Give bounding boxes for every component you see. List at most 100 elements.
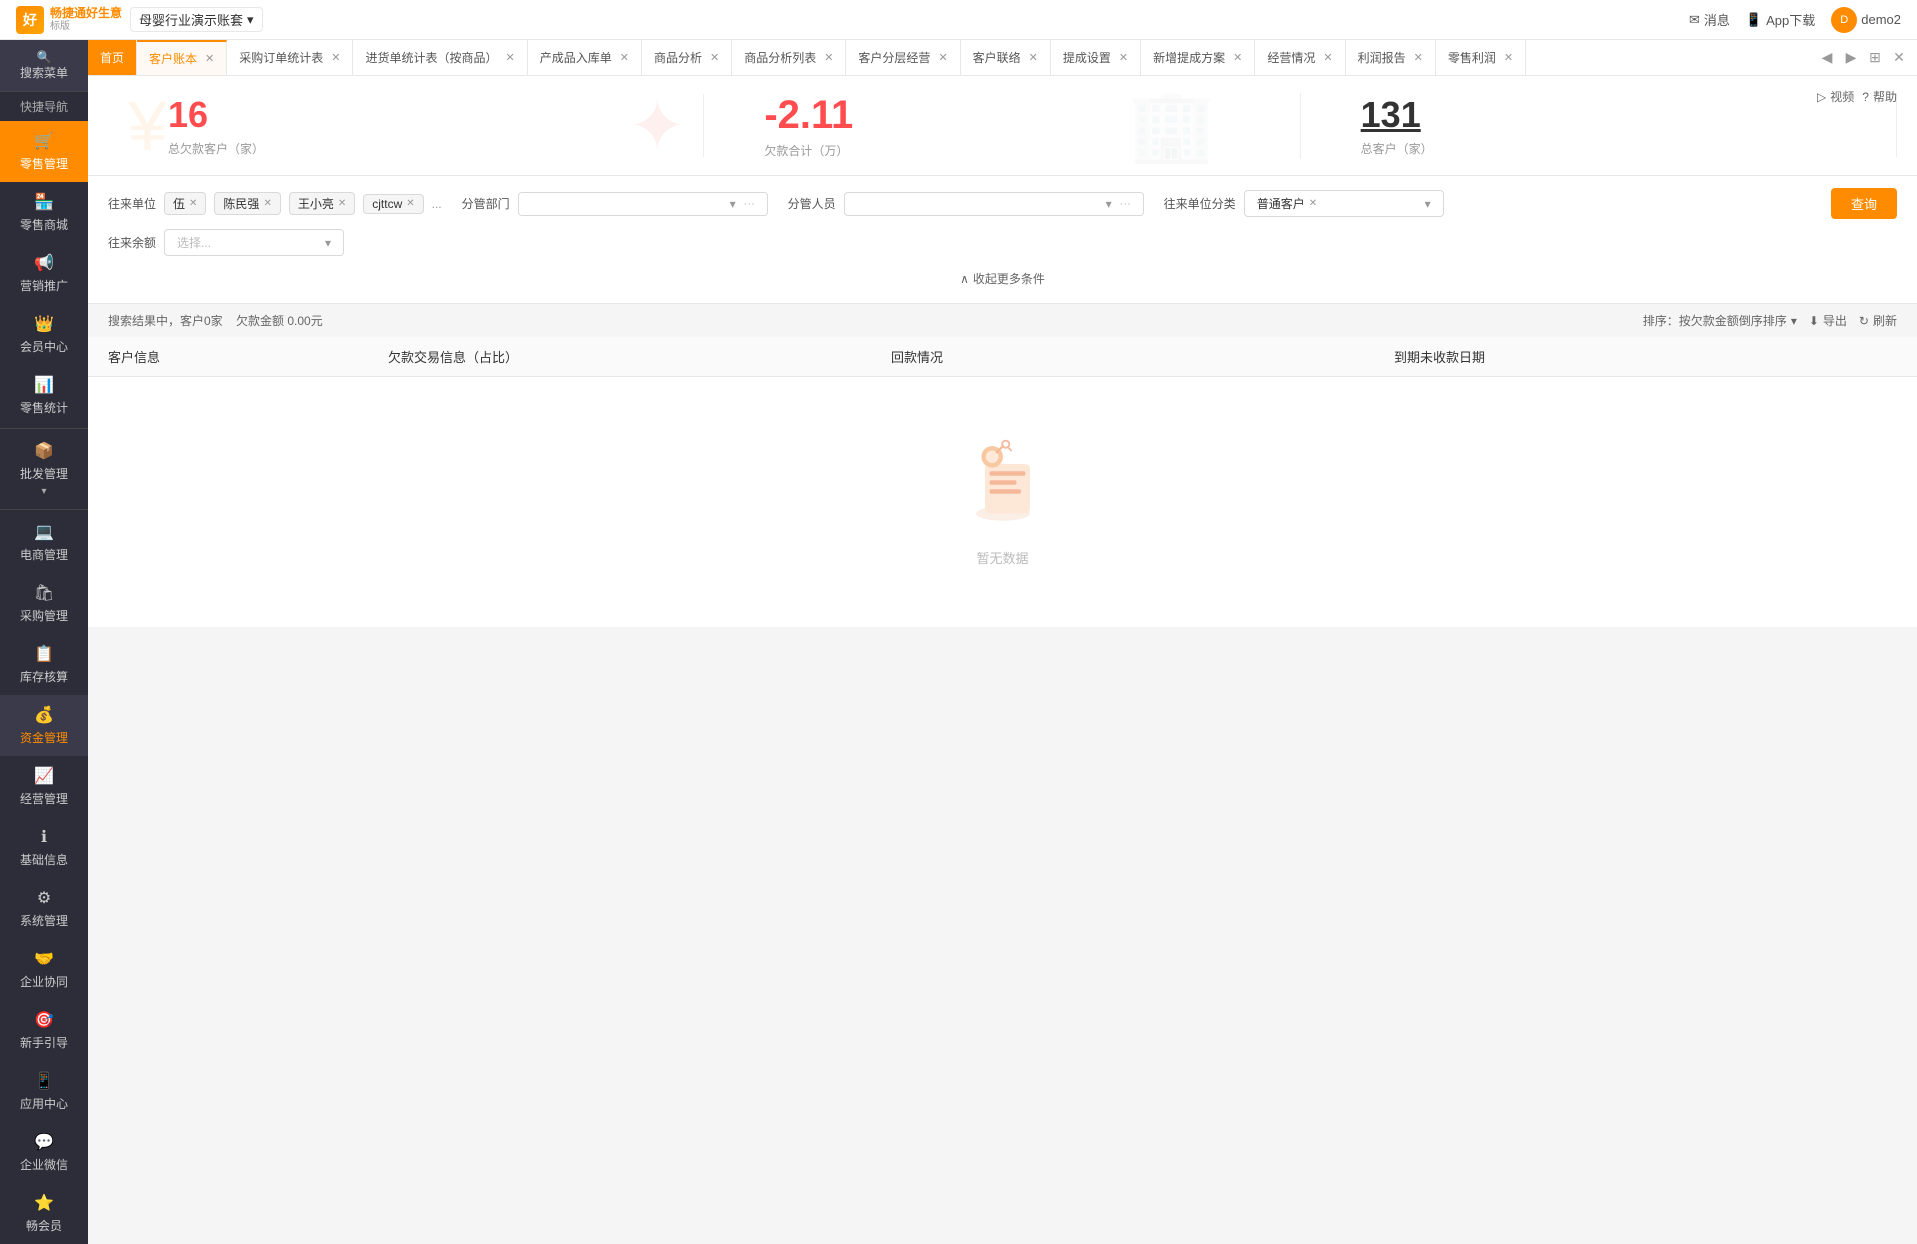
sidebar-item-operations[interactable]: 📈 经营管理	[0, 756, 88, 817]
unit-label: 往来单位	[108, 195, 156, 212]
user-avatar[interactable]: D demo2	[1831, 7, 1901, 33]
tab-prev-btn[interactable]: ◀	[1817, 48, 1837, 68]
help-btn[interactable]: ? 帮助	[1862, 88, 1897, 105]
sidebar-item-finance[interactable]: 💰 资金管理	[0, 695, 88, 756]
message-btn[interactable]: ✉ 消息	[1689, 10, 1730, 29]
tab-close-icon[interactable]: ✕	[205, 52, 214, 65]
tab-bar-controls: ◀ ▶ ⊞ ✕	[1817, 48, 1917, 68]
remove-tag-wu[interactable]: ✕	[189, 198, 197, 209]
sidebar-item-ecommerce[interactable]: 💻 电商管理	[0, 512, 88, 573]
purchase-icon: 🛍	[34, 583, 54, 603]
tab-customer-ledger[interactable]: 客户账本 ✕	[137, 40, 227, 76]
tab-close-icon[interactable]: ✕	[1233, 51, 1242, 64]
filter-more-btn[interactable]: ...	[432, 197, 442, 211]
sidebar-search[interactable]: 🔍 搜索菜单	[0, 40, 88, 92]
tab-product-list[interactable]: 商品分析列表 ✕	[732, 40, 846, 76]
sidebar-item-inventory[interactable]: 📋 库存核算	[0, 634, 88, 695]
account-selector[interactable]: 母婴行业演示账套 ▾	[130, 7, 263, 32]
tab-close-all-btn[interactable]: ✕	[1889, 48, 1909, 68]
tab-close-icon[interactable]: ✕	[620, 51, 629, 64]
sidebar-divider-1	[0, 428, 88, 429]
tab-retail-profit[interactable]: 零售利润 ✕	[1436, 40, 1526, 76]
unit-class-arrow: ▾	[1425, 197, 1431, 211]
filter-tag-wu: 伍 ✕	[164, 192, 206, 215]
dept-select[interactable]: ▾ ···	[518, 192, 768, 216]
collapse-btn[interactable]: ∧ 收起更多条件	[956, 266, 1049, 291]
sidebar-item-retail-manage[interactable]: 🛒 零售管理	[0, 121, 88, 182]
main-layout: 🔍 搜索菜单 快捷导航 🛒 零售管理 🏪 零售商城 📢 营销推广 👑 会员中心 …	[0, 40, 1917, 1244]
remove-tag-wang[interactable]: ✕	[338, 198, 346, 209]
empty-label: 暂无数据	[148, 548, 1857, 567]
sidebar-item-retail-mall[interactable]: 🏪 零售商城	[0, 182, 88, 243]
tab-customer-ops[interactable]: 客户分层经营 ✕	[846, 40, 960, 76]
help-icon: ?	[1862, 90, 1869, 104]
stats-banner: ¥ ✦ 🏢 16 总欠款客户（家） -2.11 欠款合计（万） 131 总客户（…	[88, 76, 1917, 176]
logo: 好 畅捷通好生意 标版	[16, 6, 122, 34]
sidebar-item-retail-stats[interactable]: 📊 零售统计	[0, 365, 88, 426]
tab-profit-report[interactable]: 利润报告 ✕	[1346, 40, 1436, 76]
sidebar-quick-nav[interactable]: 快捷导航	[0, 92, 88, 121]
sidebar-item-system[interactable]: ⚙ 系统管理	[0, 878, 88, 939]
tab-purchase-stats[interactable]: 采购订单统计表 ✕	[227, 40, 353, 76]
sidebar-item-membership[interactable]: ⭐ 畅会员	[0, 1183, 88, 1244]
export-btn[interactable]: ⬇ 导出	[1809, 312, 1847, 329]
tab-customer-contact[interactable]: 客户联络 ✕	[961, 40, 1051, 76]
remove-tag-chen[interactable]: ✕	[263, 198, 271, 209]
query-button[interactable]: 查询	[1831, 188, 1897, 219]
retail-stats-icon: 📊	[34, 375, 54, 395]
tab-close-icon[interactable]: ✕	[331, 51, 340, 64]
filter-area: 往来单位 伍 ✕ 陈民强 ✕ 王小亮 ✕ cjttcw	[88, 176, 1917, 304]
sidebar-item-marketing[interactable]: 📢 营销推广	[0, 243, 88, 304]
tab-close-icon[interactable]: ✕	[1414, 51, 1423, 64]
sidebar-item-enterprise[interactable]: 🤝 企业协同	[0, 939, 88, 1000]
remove-tag-cj[interactable]: ✕	[406, 198, 414, 209]
sort-select[interactable]: 排序：按欠款金额倒序排序 ▾	[1643, 312, 1797, 329]
tab-close-icon[interactable]: ✕	[1323, 51, 1332, 64]
unit-class-select[interactable]: 普通客户 ✕ ▾	[1244, 190, 1444, 217]
tab-close-icon[interactable]: ✕	[710, 51, 719, 64]
results-actions: 排序：按欠款金额倒序排序 ▾ ⬇ 导出 ↻ 刷新	[1643, 312, 1897, 329]
tab-close-icon[interactable]: ✕	[1029, 51, 1038, 64]
tab-close-icon[interactable]: ✕	[1119, 51, 1128, 64]
filter-tag-wang: 王小亮 ✕	[289, 192, 355, 215]
finance-icon: 💰	[34, 705, 54, 725]
export-icon: ⬇	[1809, 314, 1819, 328]
tab-new-commission[interactable]: 新增提成方案 ✕	[1141, 40, 1255, 76]
tab-close-icon[interactable]: ✕	[1504, 51, 1513, 64]
tab-commission-settings[interactable]: 提成设置 ✕	[1051, 40, 1141, 76]
person-select[interactable]: ▾ ···	[844, 192, 1144, 216]
stat-total-clients-value: 131	[1361, 94, 1421, 136]
sidebar-item-member-center[interactable]: 👑 会员中心	[0, 304, 88, 365]
sidebar-item-wholesale[interactable]: 📦 批发管理 ▾	[0, 431, 88, 507]
tab-home[interactable]: 首页	[88, 40, 137, 76]
topbar-left: 好 畅捷通好生意 标版 母婴行业演示账套 ▾	[16, 6, 263, 34]
stat-total-customers-label: 总欠款客户（家）	[168, 140, 264, 157]
tab-business-status[interactable]: 经营情况 ✕	[1255, 40, 1345, 76]
sidebar-item-wechat[interactable]: 💬 企业微信	[0, 1122, 88, 1183]
wechat-icon: 💬	[34, 1132, 54, 1152]
tab-production-inbound[interactable]: 产成品入库单 ✕	[528, 40, 642, 76]
sidebar-item-guide[interactable]: 🎯 新手引导	[0, 1000, 88, 1061]
video-btn[interactable]: ▷ 视频	[1817, 88, 1854, 105]
tab-inbound-stats[interactable]: 进货单统计表（按商品） ✕	[353, 40, 527, 76]
tab-close-icon[interactable]: ✕	[506, 51, 515, 64]
tab-close-icon[interactable]: ✕	[938, 51, 947, 64]
tab-next-btn[interactable]: ▶	[1841, 48, 1861, 68]
refresh-btn[interactable]: ↻ 刷新	[1859, 312, 1897, 329]
app-download-btn[interactable]: 📱 App下载	[1746, 10, 1815, 29]
message-icon: ✉	[1689, 12, 1700, 28]
tab-expand-btn[interactable]: ⊞	[1865, 48, 1885, 68]
tab-close-icon[interactable]: ✕	[824, 51, 833, 64]
operations-icon: 📈	[34, 766, 54, 786]
ecommerce-icon: 💻	[34, 522, 54, 542]
stat-total-customers-value: 16	[168, 94, 208, 136]
stat-bg-icon-2: ✦	[628, 85, 687, 167]
sort-arrow-icon: ▾	[1791, 314, 1797, 328]
sidebar-item-app-center[interactable]: 📱 应用中心	[0, 1061, 88, 1122]
system-icon: ⚙	[37, 888, 51, 908]
balance-select[interactable]: 选择... ▾	[164, 229, 344, 256]
sidebar-item-basic-info[interactable]: ℹ 基础信息	[0, 817, 88, 878]
remove-unit-class[interactable]: ✕	[1309, 198, 1317, 209]
tab-product-analysis[interactable]: 商品分析 ✕	[642, 40, 732, 76]
sidebar-item-purchase[interactable]: 🛍 采购管理	[0, 573, 88, 634]
